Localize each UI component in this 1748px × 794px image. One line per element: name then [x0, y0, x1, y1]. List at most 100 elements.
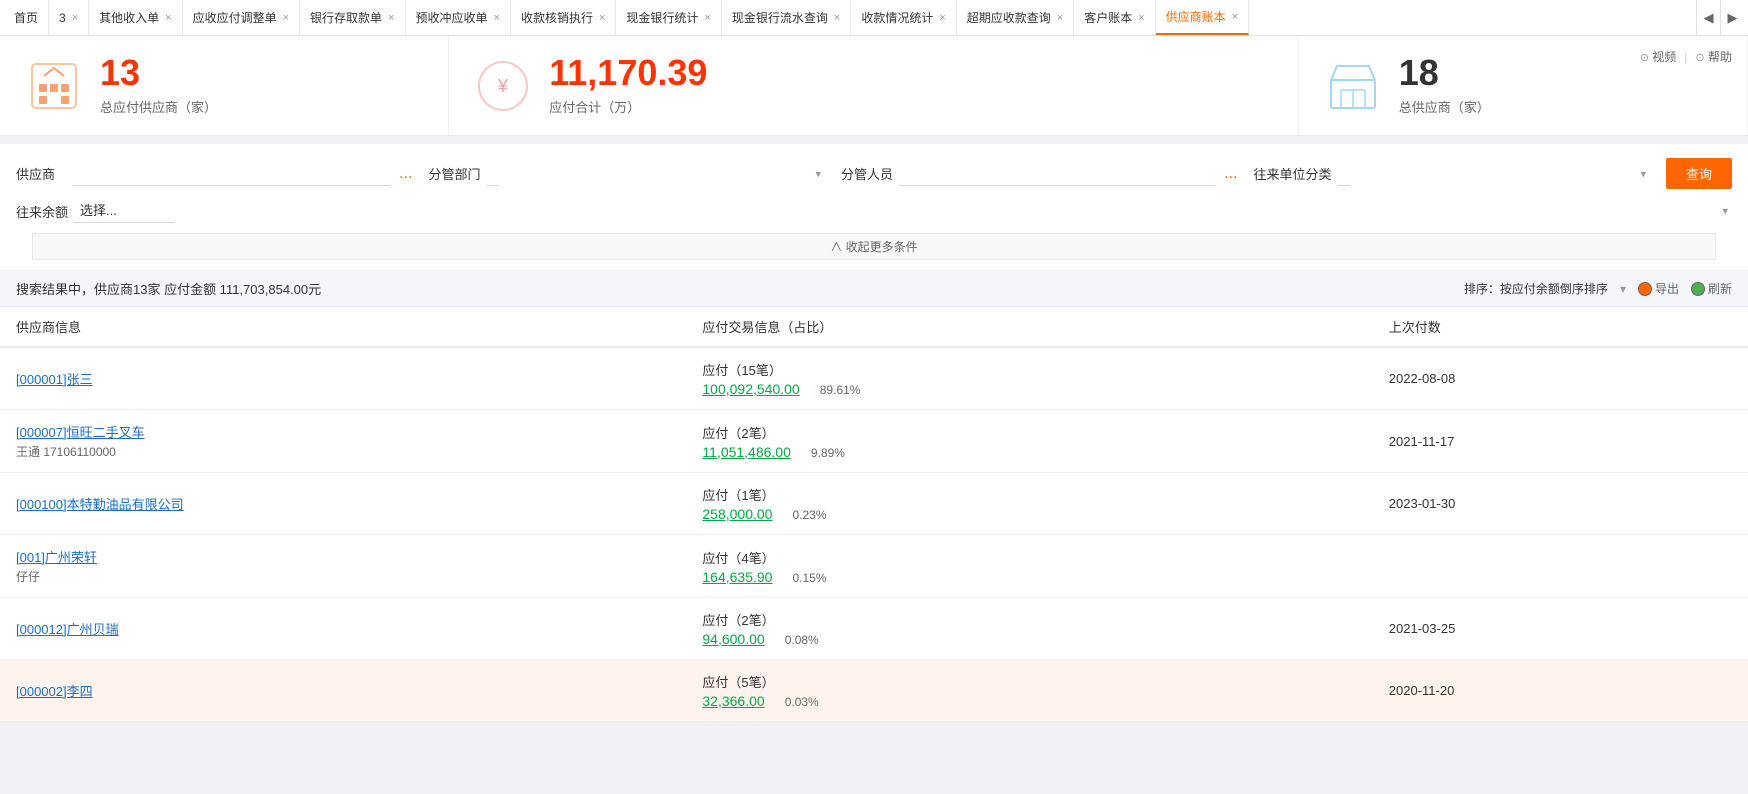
- cash-stat-label: 现金银行统计: [626, 9, 698, 26]
- col-last-pay: 上次付数: [1389, 317, 1732, 336]
- pay-amount-link[interactable]: 164,635.90: [702, 569, 772, 585]
- nav-tab-receipt-exec[interactable]: 收款核销执行 ×: [511, 0, 616, 35]
- overdue-label: 超期应收款查询: [967, 9, 1051, 26]
- department-label: 分管部门: [429, 164, 481, 183]
- table-row: [000002]李四 应付（5笔） 32,366.00 0.03% 2020-1…: [0, 660, 1748, 722]
- total-suppliers-label: 总供应商（家）: [1399, 97, 1490, 116]
- video-link[interactable]: ⊙ 视频: [1640, 48, 1677, 65]
- person-dots-btn[interactable]: ...: [1224, 165, 1237, 183]
- table-row: [000001]张三 应付（15笔） 100,092,540.00 89.61%…: [0, 348, 1748, 410]
- nav-tab-supplier-account[interactable]: 供应商账本 ×: [1156, 0, 1249, 35]
- pay-info-cell: 应付（1笔） 258,000.00 0.23%: [702, 485, 1388, 522]
- pay-percent: 0.15%: [792, 571, 826, 585]
- col-pay-info: 应付交易信息（占比）: [702, 317, 1388, 336]
- pay-label: 应付（2笔）: [702, 423, 1388, 442]
- supplier-link[interactable]: [000001]张三: [16, 372, 93, 387]
- nav-tab-cash-stat[interactable]: 现金银行统计 ×: [616, 0, 721, 35]
- query-button[interactable]: 查询: [1666, 158, 1732, 189]
- pay-label: 应付（15笔）: [702, 360, 1388, 379]
- supplier-link[interactable]: [001]广州荣轩: [16, 550, 97, 565]
- close-bank[interactable]: ×: [388, 12, 394, 24]
- table-row: [000012]广州贝瑞 应付（2笔） 94,600.00 0.08% 2021…: [0, 598, 1748, 660]
- pay-percent: 9.89%: [811, 446, 845, 460]
- department-select-wrapper: [487, 162, 825, 186]
- balance-select[interactable]: 选择...: [74, 199, 174, 223]
- department-select[interactable]: [487, 162, 499, 186]
- supplier-sub: 王通 17106110000: [16, 443, 702, 460]
- collapse-btn[interactable]: ∧ 收起更多条件: [32, 233, 1716, 260]
- close-cash-stat[interactable]: ×: [704, 12, 710, 24]
- supplier-cell: [000007]恒旺二手叉车 王通 17106110000: [16, 422, 702, 460]
- receipt-stat-label: 收款情况统计: [861, 9, 933, 26]
- pay-percent: 0.08%: [785, 633, 819, 647]
- supplier-link[interactable]: [000012]广州贝瑞: [16, 622, 119, 637]
- results-info: 搜索结果中，供应商13家 应付金额 111,703,854.00元: [16, 279, 321, 298]
- close-customer-account[interactable]: ×: [1138, 12, 1144, 24]
- supplier-icon: [24, 56, 84, 116]
- supplier-input[interactable]: [72, 162, 391, 186]
- nav-tab-other-income[interactable]: 其他收入单 ×: [89, 0, 182, 35]
- close-supplier-account[interactable]: ×: [1232, 11, 1238, 23]
- nav-tab-customer-account[interactable]: 客户账本 ×: [1074, 0, 1155, 35]
- pay-percent: 0.23%: [792, 508, 826, 522]
- supplier-cell: [001]广州荣轩 仔仔: [16, 547, 702, 585]
- nav-arrow-right[interactable]: ▶: [1720, 0, 1744, 36]
- close-receipt-exec[interactable]: ×: [599, 12, 605, 24]
- nav-tab-adjustment[interactable]: 应收应付调整单 ×: [183, 0, 300, 35]
- close-adjustment[interactable]: ×: [283, 12, 289, 24]
- close-overdue[interactable]: ×: [1057, 12, 1063, 24]
- pay-info-cell: 应付（2笔） 94,600.00 0.08%: [702, 610, 1388, 647]
- payable-suppliers-content: 13 总应付供应商（家）: [100, 55, 217, 116]
- pay-amount-link[interactable]: 32,366.00: [702, 693, 764, 709]
- customer-account-label: 客户账本: [1084, 9, 1132, 26]
- bank-label: 银行存取款单: [310, 9, 382, 26]
- supplier-link[interactable]: [000002]李四: [16, 684, 93, 699]
- nav-tab-home[interactable]: 首页: [4, 0, 49, 35]
- top-navigation: 首页 3 × 其他收入单 × 应收应付调整单 × 银行存取款单 × 预收冲应收单…: [0, 0, 1748, 36]
- pay-amount-link[interactable]: 100,092,540.00: [702, 381, 799, 397]
- supplier-link[interactable]: [000100]本特勤油品有限公司: [16, 497, 184, 512]
- nav-tab-prepay[interactable]: 预收冲应收单 ×: [406, 0, 511, 35]
- person-input[interactable]: [899, 162, 1216, 186]
- other-income-label: 其他收入单: [99, 9, 159, 26]
- category-field: 往来单位分类: [1254, 162, 1651, 186]
- supplier-dots-btn[interactable]: ...: [399, 165, 412, 183]
- nav-tab-bank[interactable]: 银行存取款单 ×: [300, 0, 405, 35]
- pay-row: 258,000.00 0.23%: [702, 504, 1388, 522]
- refresh-button[interactable]: 刷新: [1691, 280, 1732, 297]
- nav-tab-receipt-stat[interactable]: 收款情况统计 ×: [851, 0, 956, 35]
- payable-total-label: 应付合计（万）: [549, 97, 707, 116]
- help-link[interactable]: ⊙ 帮助: [1695, 48, 1732, 65]
- close-cash-flow[interactable]: ×: [834, 12, 840, 24]
- pay-amount-link[interactable]: 11,051,486.00: [702, 444, 791, 460]
- payable-total-number: 11,170.39: [549, 55, 707, 91]
- close-prepay[interactable]: ×: [494, 12, 500, 24]
- nav-tab-cash-flow[interactable]: 现金银行流水查询 ×: [722, 0, 851, 35]
- category-select-wrapper: [1338, 162, 1650, 186]
- nav-tab-3[interactable]: 3 ×: [49, 0, 89, 35]
- supplier-label: 供应商: [16, 164, 66, 183]
- stat-block-payable-suppliers: 13 总应付供应商（家）: [0, 36, 449, 135]
- nav-arrow-left[interactable]: ◀: [1696, 0, 1720, 36]
- close-receipt-stat[interactable]: ×: [939, 12, 945, 24]
- results-header: 搜索结果中，供应商13家 应付金额 111,703,854.00元 排序：按应付…: [0, 271, 1748, 307]
- pay-amount-link[interactable]: 258,000.00: [702, 506, 772, 522]
- balance-field: 往来余额 选择...: [16, 199, 1732, 223]
- export-label: 导出: [1655, 280, 1679, 297]
- pay-label: 应付（2笔）: [702, 610, 1388, 629]
- category-select[interactable]: [1338, 162, 1350, 186]
- export-button[interactable]: 导出: [1638, 280, 1679, 297]
- receipt-exec-label: 收款核销执行: [521, 9, 593, 26]
- payable-total-content: 11,170.39 应付合计（万）: [549, 55, 707, 116]
- pay-amount-link[interactable]: 94,600.00: [702, 631, 764, 647]
- close-other-income[interactable]: ×: [165, 12, 171, 24]
- table-row: [000100]本特勤油品有限公司 应付（1笔） 258,000.00 0.23…: [0, 473, 1748, 535]
- close-tab-3[interactable]: ×: [72, 12, 78, 24]
- stats-bar: 13 总应付供应商（家） ¥ 11,170.39 应付合计（万）: [0, 36, 1748, 136]
- nav-tab-overdue[interactable]: 超期应收款查询 ×: [957, 0, 1074, 35]
- supplier-link[interactable]: [000007]恒旺二手叉车: [16, 425, 145, 440]
- last-pay-cell: 2020-11-20: [1389, 683, 1732, 698]
- supplier-account-label: 供应商账本: [1166, 8, 1226, 25]
- balance-select-wrapper: 选择...: [74, 199, 1732, 223]
- nav-scroll-arrows: ◀ ▶: [1696, 0, 1744, 36]
